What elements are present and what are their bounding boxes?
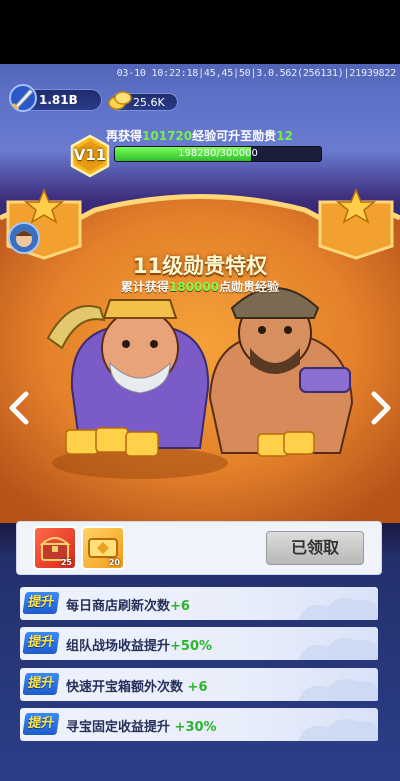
upgrade-hint: 再获得101720经验可升至勋贵12 [106, 129, 293, 143]
perk-tag: 提升 [22, 632, 60, 654]
vip-progress-text: 198280/300000 [178, 148, 258, 159]
vip-level-label: V11 [73, 146, 107, 164]
cloud-decoration-icon [298, 598, 378, 620]
perk-desc: 寻宝固定收益提升 +30% [66, 720, 217, 735]
perk-tag: 提升 [22, 713, 60, 735]
cloud-decoration-icon [298, 638, 378, 660]
perk-desc: 每日商店刷新次数+6 [66, 599, 190, 614]
cloud-decoration-icon [298, 719, 378, 741]
avatar-portrait-icon [10, 224, 38, 252]
resource-power[interactable]: 1.81B [9, 84, 102, 112]
gold-value: 25.6K [133, 96, 165, 109]
perk-row: 提升 寻宝固定收益提升 +30% [20, 708, 378, 741]
perk-tag: 提升 [22, 592, 60, 614]
privilege-hero-stage [0, 188, 400, 523]
next-level-arrow-icon[interactable] [368, 390, 394, 426]
perk-tag: 提升 [22, 673, 60, 695]
perk-row: 提升 快速开宝箱额外次数 +6 [20, 668, 378, 701]
power-value: 1.81B [39, 93, 78, 107]
debug-info-text: 03-10 10:22:18|45,45|50|3.0.562(256131)|… [116, 68, 397, 79]
claimed-button[interactable]: 已领取 [266, 531, 364, 565]
prev-level-arrow-icon[interactable] [6, 390, 32, 426]
cloud-decoration-icon [298, 679, 378, 701]
reward-item-count: 25 [60, 558, 72, 567]
gold-coins-icon [108, 91, 132, 110]
status-bar [0, 0, 400, 64]
reward-item-count: 20 [108, 558, 120, 567]
perk-row: 提升 组队战场收益提升+50% [20, 627, 378, 660]
reward-item-ticket[interactable]: 20 [81, 526, 125, 570]
perk-desc: 快速开宝箱额外次数 +6 [66, 680, 208, 695]
resource-gold[interactable]: 25.6K [108, 91, 178, 111]
vip-progress-bar: 198280/300000 [114, 146, 322, 162]
vip-privilege-screen: 03-10 10:22:18|45,45|50|3.0.562(256131)|… [0, 0, 400, 781]
privilege-subtitle: 累计获得180000点勋贵经验 [120, 280, 280, 294]
perk-row: 提升 每日商店刷新次数+6 [20, 587, 378, 620]
sword-shield-icon [9, 84, 37, 112]
privilege-title: 11级勋贵特权 [132, 254, 268, 278]
perk-desc: 组队战场收益提升+50% [66, 639, 213, 654]
reward-item-chest[interactable]: 25 [33, 526, 77, 570]
